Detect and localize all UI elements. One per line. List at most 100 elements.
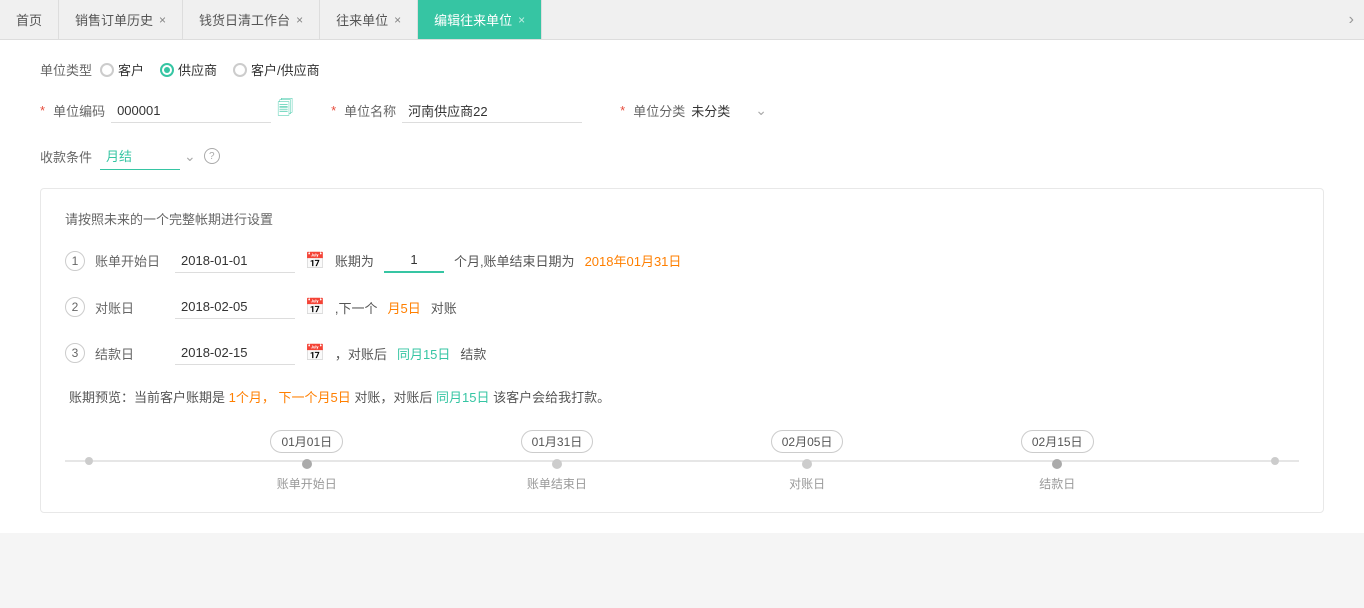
unit-code-icon[interactable]: 🗐: [277, 97, 293, 124]
unit-details-row: * 单位编码 🗐 * 单位名称 * 单位分类 未分类 ⌄: [40, 97, 1324, 124]
timeline-point-0: 01月01日 账单开始日: [270, 430, 343, 492]
preview-part2: 下一个月5日: [279, 390, 351, 405]
timeline-label-1: 01月31日: [521, 430, 594, 453]
period-highlight-date-1: 2018年01月31日: [585, 251, 682, 270]
card-title: 请按照未来的一个完整帐期进行设置: [65, 209, 1299, 228]
radio-customer[interactable]: 客户: [100, 60, 144, 79]
unit-name-star: *: [331, 103, 336, 118]
period-calendar-3[interactable]: 📅: [305, 343, 325, 363]
unit-code-label: 单位编码: [53, 101, 105, 120]
radio-both-label: 客户/供应商: [251, 60, 320, 79]
period-settings-card: 请按照未来的一个完整帐期进行设置 1 账单开始日 📅 账期为 个月,账单结束日期…: [40, 188, 1324, 513]
tab-partner[interactable]: 往来单位 ×: [320, 0, 418, 39]
unit-code-input[interactable]: [111, 99, 271, 123]
radio-customer-label: 客户: [118, 60, 144, 79]
period-highlight-day-3: 同月15日: [397, 344, 450, 363]
unit-category-star: *: [620, 103, 625, 118]
unit-category-select[interactable]: 未分类 ⌄: [691, 101, 767, 120]
tab-bar: 首页 销售订单历史 × 钱货日清工作台 × 往来单位 × 编辑往来单位 × ›: [0, 0, 1364, 40]
tab-cash-work-close[interactable]: ×: [296, 13, 303, 27]
unit-name-input[interactable]: [402, 99, 582, 123]
unit-type-radio-group: 客户 供应商 客户/供应商: [100, 60, 320, 79]
timeline-end-circle: [1271, 457, 1279, 465]
radio-supplier[interactable]: 供应商: [160, 60, 217, 79]
timeline-point-2: 02月05日 对账日: [771, 430, 844, 492]
period-date-2[interactable]: [175, 295, 295, 319]
timeline: 01月01日 账单开始日 01月31日 账单结束日 02月05日 对账日 02月…: [65, 430, 1299, 492]
tab-cash-work-label: 钱货日清工作台: [199, 10, 290, 29]
period-num-2: 2: [65, 297, 85, 317]
unit-category-value: 未分类: [691, 101, 751, 120]
period-row-3: 3 结款日 📅 ，对账后 同月15日 结款: [65, 341, 1299, 365]
tab-sales-history[interactable]: 销售订单历史 ×: [59, 0, 183, 39]
preview-part4: 同月15日: [436, 390, 489, 405]
period-label-3: 结款日: [95, 344, 165, 363]
unit-category-chevron[interactable]: ⌄: [755, 102, 767, 119]
tab-partner-close[interactable]: ×: [394, 13, 401, 27]
timeline-start-circle: [85, 457, 93, 465]
tab-edit-partner-label: 编辑往来单位: [434, 10, 512, 29]
unit-name-field: * 单位名称: [331, 99, 582, 123]
period-desc-prefix-1: 账期为: [335, 251, 374, 270]
timeline-point-3: 02月15日 结款日: [1021, 430, 1094, 492]
preview-part5: 该客户会给我打款。: [493, 390, 610, 405]
period-desc-prefix-3: ，对账后: [335, 344, 387, 363]
period-row-1: 1 账单开始日 📅 账期为 个月,账单结束日期为 2018年01月31日: [65, 248, 1299, 273]
period-calendar-2[interactable]: 📅: [305, 297, 325, 317]
timeline-label-3: 02月15日: [1021, 430, 1094, 453]
radio-supplier-circle: [160, 63, 174, 77]
timeline-dot-1: [552, 459, 562, 469]
unit-category-field: * 单位分类 未分类 ⌄: [620, 101, 767, 120]
tab-sales-history-close[interactable]: ×: [159, 13, 166, 27]
unit-category-label: 单位分类: [633, 101, 685, 120]
main-content: 单位类型 客户 供应商 客户/供应商 * 单位编码 🗐 * 单位名称: [0, 40, 1364, 533]
tab-home-label: 首页: [16, 10, 42, 29]
tab-home[interactable]: 首页: [0, 0, 59, 39]
unit-type-row: 单位类型 客户 供应商 客户/供应商: [40, 60, 1324, 79]
timeline-end-dot: [1271, 457, 1279, 465]
radio-both-circle: [233, 63, 247, 77]
period-date-1[interactable]: [175, 249, 295, 273]
payment-terms-label: 收款条件: [40, 147, 92, 166]
radio-customer-circle: [100, 63, 114, 77]
unit-type-label: 单位类型: [40, 60, 92, 79]
radio-both[interactable]: 客户/供应商: [233, 60, 320, 79]
tab-expand-button[interactable]: ›: [1339, 0, 1364, 39]
tab-edit-partner[interactable]: 编辑往来单位 ×: [418, 0, 542, 39]
timeline-sub-1: 账单结束日: [527, 475, 587, 492]
timeline-label-0: 01月01日: [270, 430, 343, 453]
radio-supplier-label: 供应商: [178, 60, 217, 79]
payment-terms-select[interactable]: 月结 ⌄: [100, 142, 196, 170]
period-desc-suffix-2: 对账: [431, 298, 457, 317]
period-label-1: 账单开始日: [95, 251, 165, 270]
tab-partner-label: 往来单位: [336, 10, 388, 29]
timeline-dot-0: [302, 459, 312, 469]
period-months-input[interactable]: [384, 248, 444, 273]
payment-terms-row: 收款条件 月结 ⌄ ?: [40, 142, 1324, 170]
timeline-points: 01月01日 账单开始日 01月31日 账单结束日 02月05日 对账日 02月…: [85, 430, 1279, 492]
help-icon[interactable]: ?: [204, 148, 220, 164]
timeline-dot-2: [802, 459, 812, 469]
timeline-point-1: 01月31日 账单结束日: [521, 430, 594, 492]
unit-code-star: *: [40, 103, 45, 118]
timeline-sub-3: 结款日: [1039, 475, 1075, 492]
period-row-2: 2 对账日 📅 ,下一个 月5日 对账: [65, 295, 1299, 319]
period-desc-suffix-3: 结款: [460, 344, 486, 363]
tab-cash-work[interactable]: 钱货日清工作台 ×: [183, 0, 320, 39]
timeline-sub-2: 对账日: [789, 475, 825, 492]
timeline-sub-0: 账单开始日: [277, 475, 337, 492]
period-num-1: 1: [65, 251, 85, 271]
period-highlight-day-2: 月5日: [388, 298, 421, 317]
period-label-2: 对账日: [95, 298, 165, 317]
unit-name-label: 单位名称: [344, 101, 396, 120]
period-calendar-1[interactable]: 📅: [305, 251, 325, 271]
tab-edit-partner-close[interactable]: ×: [518, 13, 525, 27]
period-date-3[interactable]: [175, 341, 295, 365]
unit-code-field: * 单位编码 🗐: [40, 97, 293, 124]
payment-terms-value: 月结: [100, 142, 180, 170]
timeline-label-2: 02月05日: [771, 430, 844, 453]
timeline-start-dot: [85, 457, 93, 465]
preview-text: 账期预览：当前客户账期是 1个月， 下一个月5日 对账，对账后 同月15日 该客…: [65, 387, 1299, 406]
period-num-3: 3: [65, 343, 85, 363]
payment-terms-chevron[interactable]: ⌄: [184, 148, 196, 165]
